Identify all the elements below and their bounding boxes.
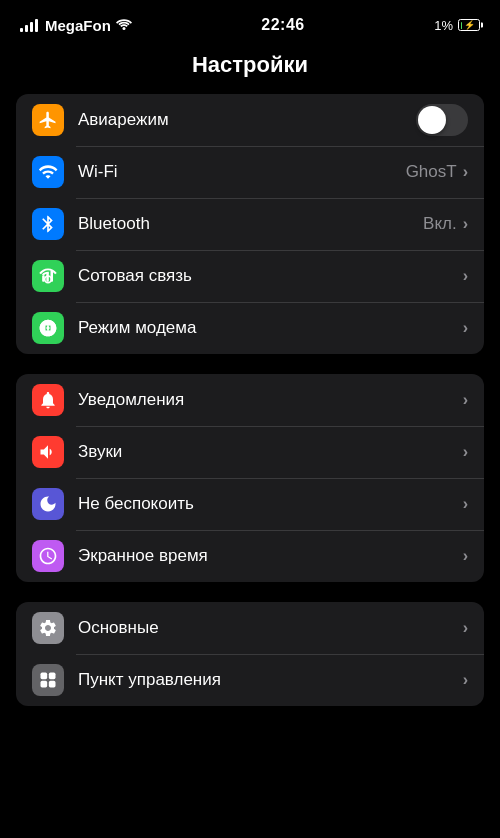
- settings-row-airplane-mode[interactable]: Авиарежим: [16, 94, 484, 146]
- settings-row-notifications[interactable]: Уведомления ›: [16, 374, 484, 426]
- battery-icon: ⚡: [458, 19, 480, 31]
- screen-time-label: Экранное время: [78, 546, 463, 566]
- screen-time-chevron: ›: [463, 547, 468, 565]
- cellular-label: Сотовая связь: [78, 266, 463, 286]
- settings-row-screen-time[interactable]: Экранное время ›: [16, 530, 484, 582]
- sounds-icon: [32, 436, 64, 468]
- svg-rect-3: [51, 270, 54, 282]
- moon-icon: [32, 488, 64, 520]
- airplane-icon: [32, 104, 64, 136]
- page-title: Настройки: [0, 44, 500, 94]
- wifi-label: Wi-Fi: [78, 162, 406, 182]
- status-bar: MegaFon 22:46 1% ⚡: [0, 0, 500, 44]
- settings-row-cellular[interactable]: Сотовая связь ›: [16, 250, 484, 302]
- sounds-chevron: ›: [463, 443, 468, 461]
- status-carrier: MegaFon: [20, 17, 132, 34]
- svg-rect-7: [49, 681, 56, 688]
- control-center-chevron: ›: [463, 671, 468, 689]
- group-general: Основные › Пункт управления ›: [16, 602, 484, 706]
- group-notifications: Уведомления › Звуки › Не беспокоить › Эк…: [16, 374, 484, 582]
- control-center-label: Пункт управления: [78, 670, 463, 690]
- battery-percent: 1%: [434, 18, 453, 33]
- signal-icon: [20, 19, 38, 32]
- svg-rect-1: [42, 275, 45, 282]
- wifi-value: GhosT: [406, 162, 457, 182]
- bluetooth-label: Bluetooth: [78, 214, 423, 234]
- do-not-disturb-chevron: ›: [463, 495, 468, 513]
- airplane-toggle[interactable]: [416, 104, 468, 136]
- settings-row-bluetooth[interactable]: Bluetooth Вкл. ›: [16, 198, 484, 250]
- do-not-disturb-label: Не беспокоить: [78, 494, 463, 514]
- status-battery: 1% ⚡: [434, 18, 480, 33]
- bluetooth-chevron: ›: [463, 215, 468, 233]
- carrier-name: MegaFon: [45, 17, 111, 34]
- airplane-label: Авиарежим: [78, 110, 416, 130]
- wifi-chevron: ›: [463, 163, 468, 181]
- bluetooth-icon: [32, 208, 64, 240]
- group-connectivity: Авиарежим Wi-Fi GhosT › Bluetooth Вкл. ›: [16, 94, 484, 354]
- svg-rect-6: [41, 681, 48, 688]
- svg-rect-5: [49, 673, 56, 680]
- cellular-icon: [32, 260, 64, 292]
- notifications-label: Уведомления: [78, 390, 463, 410]
- settings-row-hotspot[interactable]: Режим модема ›: [16, 302, 484, 354]
- svg-point-0: [122, 27, 125, 30]
- status-time: 22:46: [261, 16, 304, 34]
- cellular-chevron: ›: [463, 267, 468, 285]
- svg-rect-2: [46, 273, 49, 282]
- control-center-icon: [32, 664, 64, 696]
- bluetooth-value: Вкл.: [423, 214, 457, 234]
- wifi-status-icon: [116, 17, 132, 33]
- notifications-icon: [32, 384, 64, 416]
- notifications-chevron: ›: [463, 391, 468, 409]
- settings-row-control-center[interactable]: Пункт управления ›: [16, 654, 484, 706]
- settings-row-wifi[interactable]: Wi-Fi GhosT ›: [16, 146, 484, 198]
- hotspot-chevron: ›: [463, 319, 468, 337]
- settings-row-do-not-disturb[interactable]: Не беспокоить ›: [16, 478, 484, 530]
- sounds-label: Звуки: [78, 442, 463, 462]
- svg-rect-4: [41, 673, 48, 680]
- wifi-icon: [32, 156, 64, 188]
- screentime-icon: [32, 540, 64, 572]
- hotspot-label: Режим модема: [78, 318, 463, 338]
- settings-row-general[interactable]: Основные ›: [16, 602, 484, 654]
- hotspot-icon: [32, 312, 64, 344]
- gear-icon: [32, 612, 64, 644]
- general-chevron: ›: [463, 619, 468, 637]
- general-label: Основные: [78, 618, 463, 638]
- settings-row-sounds[interactable]: Звуки ›: [16, 426, 484, 478]
